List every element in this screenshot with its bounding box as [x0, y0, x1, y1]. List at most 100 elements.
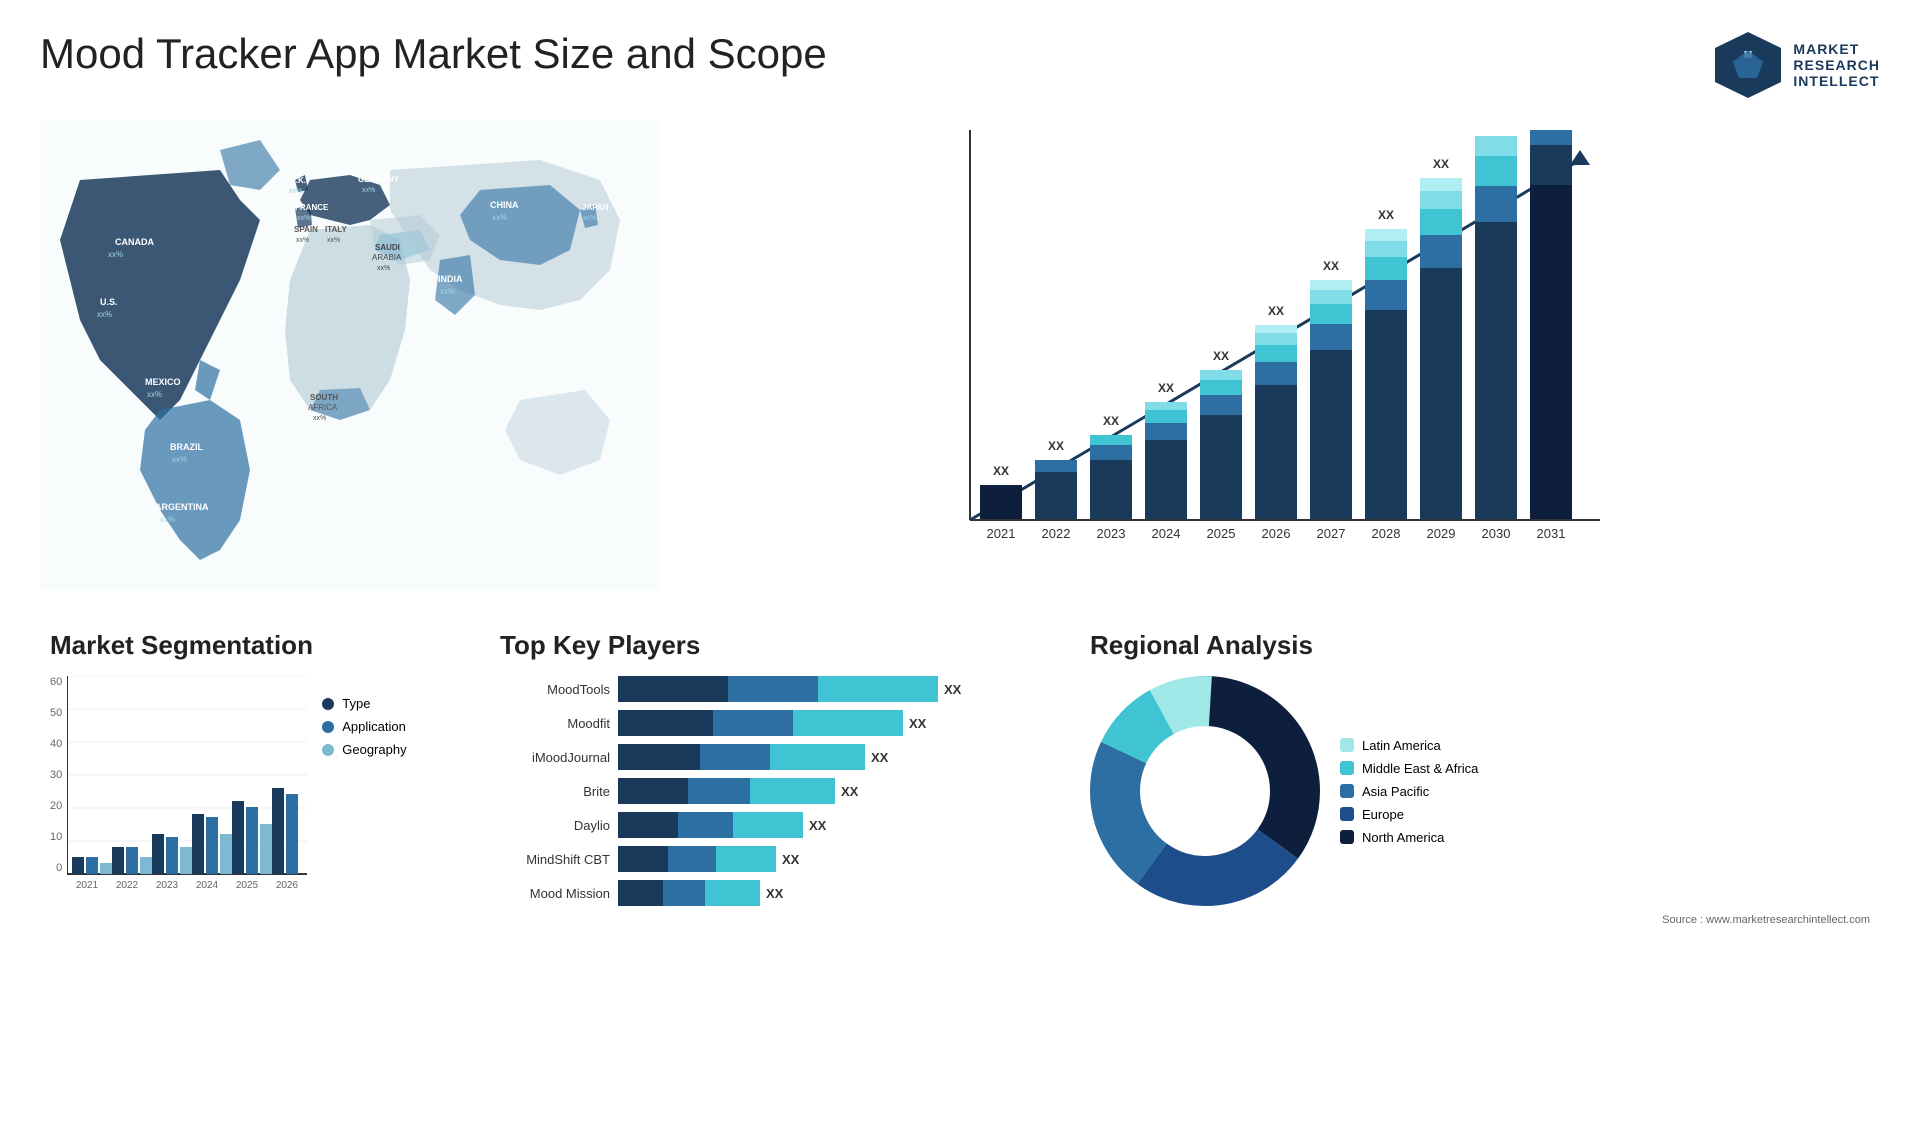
svg-text:XX: XX	[1433, 157, 1449, 171]
svg-text:2030: 2030	[1482, 526, 1511, 541]
brazil-label: BRAZIL	[170, 442, 203, 452]
legend-asia-pacific: Asia Pacific	[1340, 784, 1478, 799]
japan-label: JAPAN	[582, 203, 609, 212]
svg-text:2028: 2028	[1372, 526, 1401, 541]
svg-text:xx%: xx%	[172, 455, 187, 464]
italy-label: ITALY	[325, 225, 347, 234]
svg-text:xx%: xx%	[377, 265, 390, 272]
player-name-mindshift: MindShift CBT	[500, 852, 610, 867]
svg-text:XX: XX	[1488, 130, 1504, 133]
svg-text:2024: 2024	[196, 880, 219, 891]
seg-chart-area: 60 50 40 30 20 10 0	[50, 676, 307, 901]
page-header: Mood Tracker App Market Size and Scope M…	[40, 30, 1880, 100]
donut-chart-area: Latin America Middle East & Africa Asia …	[1090, 676, 1870, 906]
legend-latin-america-color	[1340, 738, 1354, 752]
legend-type-dot	[322, 698, 334, 710]
player-val-moodfit: XX	[909, 716, 926, 731]
argentina-label: ARGENTINA	[155, 502, 209, 512]
legend-middle-east-color	[1340, 761, 1354, 775]
regional-title: Regional Analysis	[1090, 630, 1870, 661]
player-row-moodfit: Moodfit XX	[500, 710, 1040, 736]
svg-text:2029: 2029	[1427, 526, 1456, 541]
players-title: Top Key Players	[500, 630, 1040, 661]
svg-text:XX: XX	[1213, 349, 1229, 363]
legend-application: Application	[322, 719, 406, 734]
svg-text:XX: XX	[1268, 304, 1284, 318]
svg-text:xx%: xx%	[440, 287, 455, 296]
svg-text:xx%: xx%	[289, 188, 302, 195]
svg-text:2021: 2021	[987, 526, 1016, 541]
player-val-moodtools: XX	[944, 682, 961, 697]
germany-label: GERMANY	[358, 175, 400, 184]
growth-chart-section: XX XX XX XX	[680, 120, 1880, 600]
legend-north-america-color	[1340, 830, 1354, 844]
bottom-section: Market Segmentation 60 50 40 30 20 10 0	[40, 620, 1880, 936]
legend-north-america: North America	[1340, 830, 1478, 845]
player-name-imoodjournal: iMoodJournal	[500, 750, 610, 765]
player-bar-daylio: XX	[618, 812, 826, 838]
regional-section: Regional Analysis	[1080, 620, 1880, 936]
content-grid: CANADA xx% U.S. xx% MEXICO xx% BRAZIL xx…	[40, 120, 1880, 936]
svg-text:2027: 2027	[1317, 526, 1346, 541]
player-row-moodtools: MoodTools XX	[500, 676, 1040, 702]
legend-application-dot	[322, 721, 334, 733]
legend-geography-dot	[322, 744, 334, 756]
player-bar-imoodjournal: XX	[618, 744, 888, 770]
legend-latin-america-label: Latin America	[1362, 738, 1441, 753]
svg-text:2024: 2024	[1152, 526, 1181, 541]
seg-chart-svg: 2021 2022 2023 2024 2025 2026	[67, 676, 307, 896]
player-name-daylio: Daylio	[500, 818, 610, 833]
growth-chart-svg: XX XX XX XX	[700, 130, 1860, 550]
svg-text:XX: XX	[1378, 208, 1394, 222]
svg-text:xx%: xx%	[492, 213, 507, 222]
bar-chart-wrapper: XX XX XX XX	[700, 130, 1860, 550]
player-bar-moodfit: XX	[618, 710, 926, 736]
china-label: CHINA	[490, 200, 519, 210]
source-text: Source : www.marketresearchintellect.com	[1090, 914, 1870, 926]
svg-text:xx%: xx%	[313, 415, 326, 422]
seg-bars-and-labels: 2021 2022 2023 2024 2025 2026	[67, 676, 307, 901]
svg-text:xx%: xx%	[327, 237, 340, 244]
player-row-moodmission: Mood Mission XX	[500, 880, 1040, 906]
saudi-label: SAUDI	[375, 243, 400, 252]
svg-text:XX: XX	[1323, 259, 1339, 273]
player-bar-brite: XX	[618, 778, 858, 804]
player-row-imoodjournal: iMoodJournal XX	[500, 744, 1040, 770]
world-map-section: CANADA xx% U.S. xx% MEXICO xx% BRAZIL xx…	[40, 120, 660, 600]
player-row-brite: Brite XX	[500, 778, 1040, 804]
svg-text:xx%: xx%	[97, 310, 112, 319]
legend-middle-east: Middle East & Africa	[1340, 761, 1478, 776]
svg-text:xx%: xx%	[108, 250, 123, 259]
svg-text:xx%: xx%	[296, 237, 309, 244]
seg-chart-wrapper: 60 50 40 30 20 10 0	[50, 676, 450, 901]
svg-text:XX: XX	[1103, 414, 1119, 428]
player-val-moodmission: XX	[766, 886, 783, 901]
svg-text:2023: 2023	[156, 880, 179, 891]
player-row-daylio: Daylio XX	[500, 812, 1040, 838]
legend-europe: Europe	[1340, 807, 1478, 822]
player-bar-mindshift: XX	[618, 846, 799, 872]
svg-text:2025: 2025	[1207, 526, 1236, 541]
player-bars-list: MoodTools XX Moodfit	[500, 676, 1040, 906]
svg-text:2031: 2031	[1537, 526, 1566, 541]
svg-text:xx%: xx%	[583, 215, 596, 222]
legend-geography-label: Geography	[342, 742, 406, 757]
spain-label: SPAIN	[294, 225, 318, 234]
legend-asia-pacific-color	[1340, 784, 1354, 798]
svg-text:ARABIA: ARABIA	[372, 253, 402, 262]
player-name-moodtools: MoodTools	[500, 682, 610, 697]
world-map-svg: CANADA xx% U.S. xx% MEXICO xx% BRAZIL xx…	[40, 120, 660, 590]
svg-text:xx%: xx%	[297, 215, 310, 222]
player-val-brite: XX	[841, 784, 858, 799]
player-val-mindshift: XX	[782, 852, 799, 867]
legend-type-label: Type	[342, 696, 370, 711]
legend-north-america-label: North America	[1362, 830, 1444, 845]
legend-latin-america: Latin America	[1340, 738, 1478, 753]
seg-legend: Type Application Geography	[322, 696, 406, 757]
legend-type: Type	[322, 696, 406, 711]
svg-text:AFRICA: AFRICA	[308, 403, 338, 412]
player-name-moodmission: Mood Mission	[500, 886, 610, 901]
svg-text:xx%: xx%	[160, 515, 175, 524]
svg-text:XX: XX	[993, 464, 1009, 478]
india-label: INDIA	[438, 274, 463, 284]
